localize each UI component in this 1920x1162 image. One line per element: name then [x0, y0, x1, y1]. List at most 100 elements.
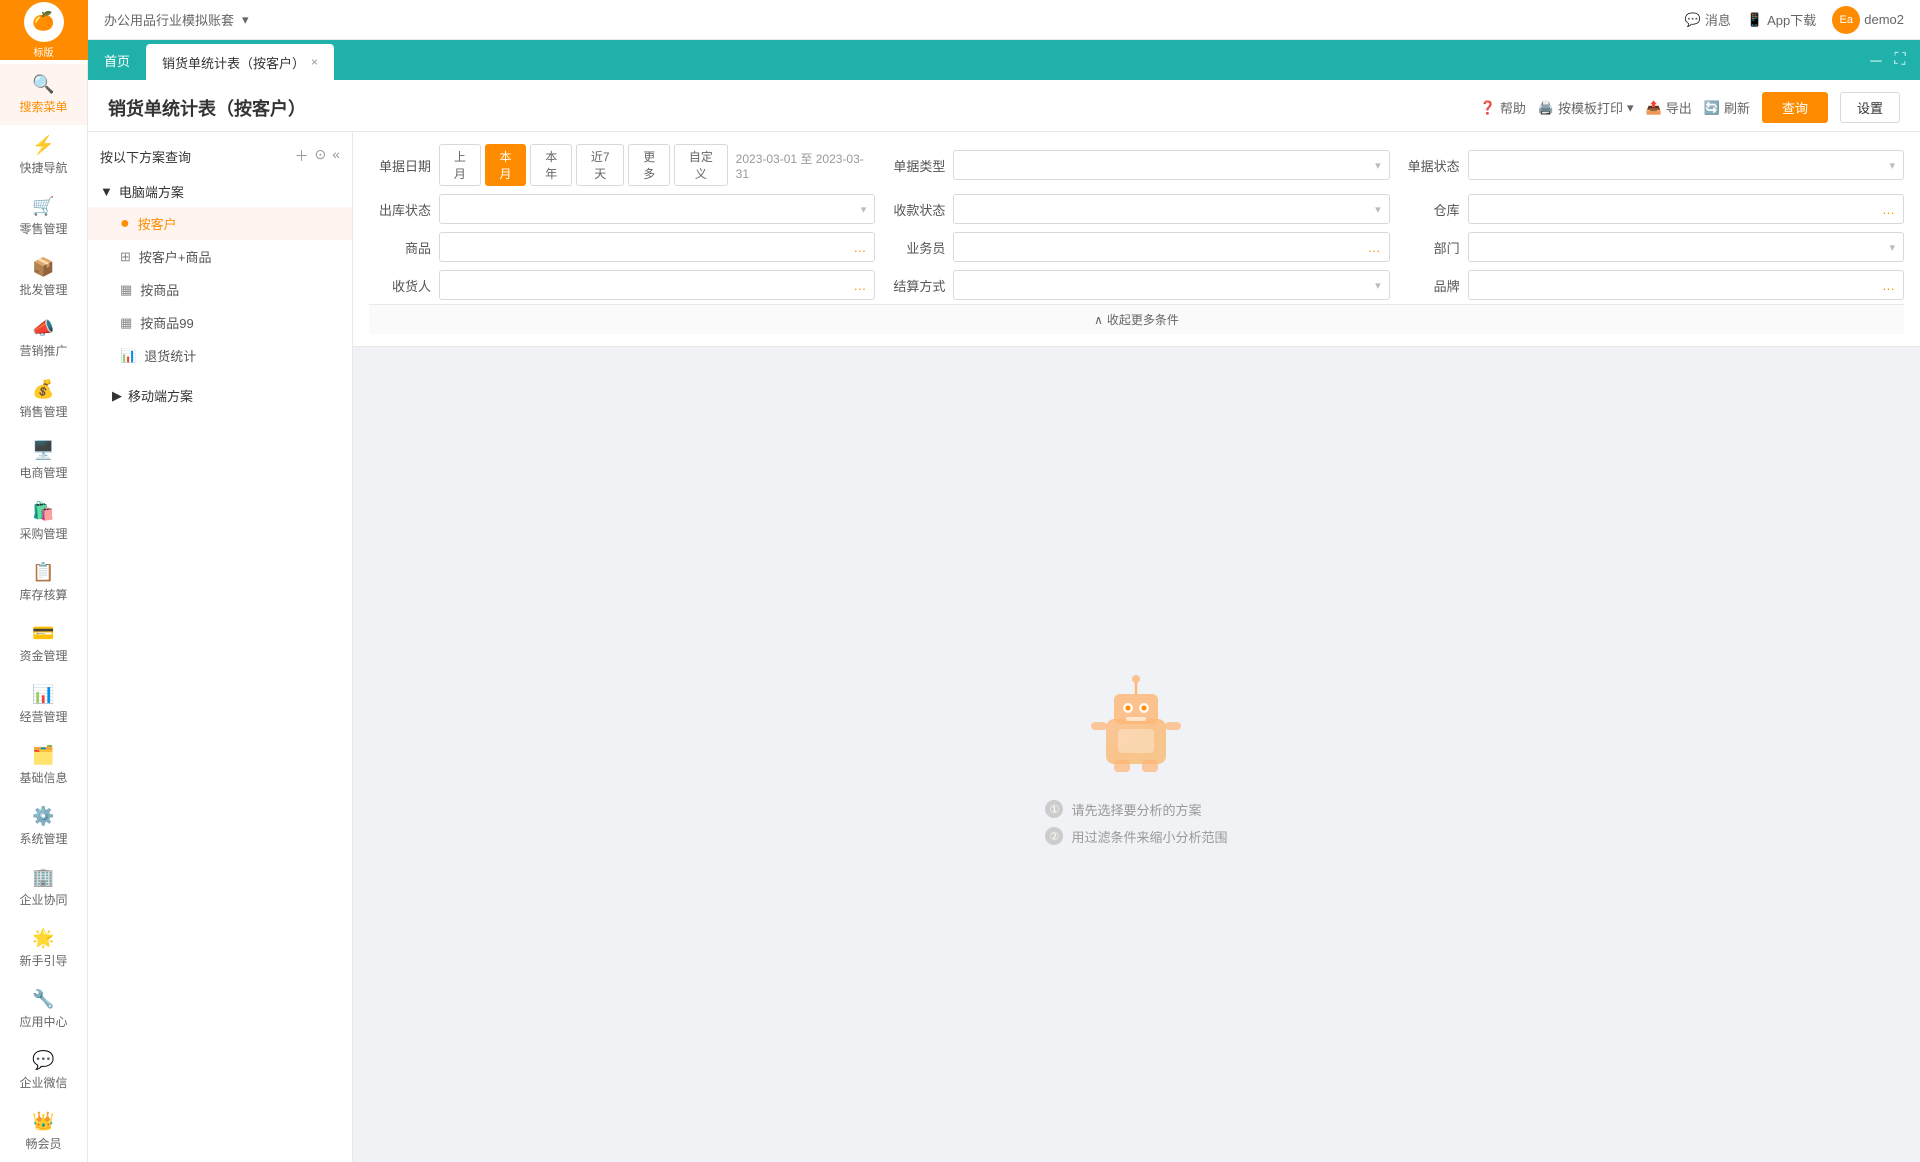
scheme-group-mobile: ▶ 移动端方案 [88, 376, 352, 415]
doc-type-label: 单据类型 [883, 156, 953, 175]
sidebar-item-base[interactable]: 🗂️ 基础信息 [0, 735, 87, 796]
sidebar-item-wholesale[interactable]: 📦 批发管理 [0, 247, 87, 308]
main-area: 办公用品行业模拟账套 ▾ 💬 消息 📱 App下载 Ea demo2 首页 [88, 0, 1920, 1162]
search-icon: 🔍 [32, 74, 54, 95]
date-btn-last-month[interactable]: 上月 [439, 144, 481, 186]
scheme-item-by-customer[interactable]: ● 按客户 [88, 207, 352, 240]
date-btn-this-month[interactable]: 本月 [485, 144, 527, 186]
date-btn-more[interactable]: 更多 [628, 144, 670, 186]
collapse-label: 收起更多条件 [1107, 311, 1179, 328]
quicknav-icon: ⚡ [32, 135, 54, 156]
export-btn[interactable]: 📤 导出 [1646, 98, 1692, 117]
ship-status-select[interactable]: ▾ [439, 194, 875, 224]
settings-button[interactable]: 设置 [1840, 92, 1900, 123]
tab-sales-report[interactable]: 销货单统计表（按客户） × [146, 44, 334, 80]
scheme-group-label: 电脑端方案 [119, 182, 184, 201]
department-select[interactable]: ▾ [1468, 232, 1904, 262]
scheme-add-icon[interactable]: ＋ [294, 146, 308, 166]
date-btn-custom[interactable]: 自定义 [674, 144, 728, 186]
scheme-item-by-customer-goods[interactable]: ⊞ 按客户+商品 [88, 240, 352, 273]
sidebar-item-system[interactable]: ⚙️ 系统管理 [0, 796, 87, 857]
brand-control: … [1468, 270, 1904, 300]
scheme-item-return-stat[interactable]: 📊 退货统计 [88, 339, 352, 372]
scheme-item-label: 按客户 [138, 214, 177, 233]
date-btn-7days[interactable]: 近7天 [576, 144, 624, 186]
payment-status-select[interactable]: ▾ [953, 194, 1389, 224]
doc-status-select[interactable]: ▾ [1468, 150, 1904, 180]
appstore-icon: 🔧 [32, 989, 54, 1010]
print-btn[interactable]: 🖨️ 按模板打印 ▾ [1538, 98, 1634, 117]
marketing-icon: 📣 [32, 318, 54, 339]
sidebar-item-wechat[interactable]: 💬 企业微信 [0, 1040, 87, 1101]
doc-type-select[interactable]: ▾ [953, 150, 1389, 180]
sidebar-item-enterprise[interactable]: 🏢 企业协同 [0, 857, 87, 918]
query-button[interactable]: 查询 [1762, 92, 1828, 123]
system-icon: ⚙️ [32, 806, 54, 827]
message-btn[interactable]: 💬 消息 [1685, 10, 1731, 29]
ecommerce-icon: 🖥️ [32, 440, 54, 461]
topbar: 办公用品行业模拟账套 ▾ 💬 消息 📱 App下载 Ea demo2 [88, 0, 1920, 40]
goods-input[interactable]: … [439, 232, 875, 262]
warehouse-input[interactable]: … [1468, 194, 1904, 224]
payment-status-control: ▾ [953, 194, 1389, 224]
sidebar-item-retail[interactable]: 🛒 零售管理 [0, 186, 87, 247]
page-title: 销货单统计表（按客户） [108, 95, 306, 121]
page-content: 销货单统计表（按客户） ❓ 帮助 🖨️ 按模板打印 ▾ 📤 导出 🔄 刷新 [88, 80, 1920, 1162]
purchase-icon: 🛍️ [32, 501, 54, 522]
maximize-btn[interactable]: ⛶ [1892, 52, 1908, 68]
sidebar-item-appstore[interactable]: 🔧 应用中心 [0, 979, 87, 1040]
filter-brand: 品牌 … [1398, 270, 1904, 300]
scheme-group-desktop-title[interactable]: ▼ 电脑端方案 [88, 176, 352, 207]
topbar-dropdown-arrow[interactable]: ▾ [242, 12, 249, 28]
base-icon: 🗂️ [32, 745, 54, 766]
logo-icon: 🍊 [24, 2, 64, 42]
date-btn-this-year[interactable]: 本年 [530, 144, 572, 186]
scheme-item-by-goods[interactable]: ▦ 按商品 [88, 273, 352, 306]
date-control: 上月 本月 本年 近7天 更多 自定义 2023-03-01 至 2023-03… [439, 144, 875, 186]
sidebar-item-marketing[interactable]: 📣 营销推广 [0, 308, 87, 369]
sidebar-item-finance[interactable]: 💳 资金管理 [0, 613, 87, 674]
retail-icon: 🛒 [32, 196, 54, 217]
filter-ship-status: 出库状态 ▾ [369, 194, 875, 224]
scheme-group-desktop: ▼ 电脑端方案 ● 按客户 ⊞ 按客户+商品 ▦ 按商品 [88, 172, 352, 376]
sidebar-item-quick-nav[interactable]: ⚡ 快捷导航 [0, 125, 87, 186]
scheme-item-by-goods99[interactable]: ▦ 按商品99 [88, 306, 352, 339]
inventory-icon: 📋 [32, 562, 54, 583]
sidebar-item-member[interactable]: 👑 畅会员 [0, 1101, 87, 1162]
filter-payment-status: 收款状态 ▾ [883, 194, 1389, 224]
salesperson-input[interactable]: … [953, 232, 1389, 262]
help-btn[interactable]: ❓ 帮助 [1480, 98, 1526, 117]
sidebar-item-search[interactable]: 🔍 搜索菜单 [0, 64, 87, 125]
settlement-select[interactable]: ▾ [953, 270, 1389, 300]
empty-illustration [1076, 664, 1196, 784]
scheme-settings-icon[interactable]: ⊙ [314, 146, 326, 166]
scheme-group-mobile-title[interactable]: ▶ 移动端方案 [88, 380, 352, 411]
tab-close-icon[interactable]: × [311, 55, 318, 69]
enterprise-icon: 🏢 [32, 867, 54, 888]
sidebar-item-newbie[interactable]: 🌟 新手引导 [0, 918, 87, 979]
brand-input[interactable]: … [1468, 270, 1904, 300]
logo-text: 标版 [34, 44, 54, 59]
app-download-btn[interactable]: 📱 App下载 [1747, 10, 1816, 29]
goods-label: 商品 [369, 238, 439, 257]
sidebar-item-ecommerce[interactable]: 🖥️ 电商管理 [0, 430, 87, 491]
tab-home[interactable]: 首页 [88, 40, 146, 80]
avatar: Ea [1832, 6, 1860, 34]
user-profile[interactable]: Ea demo2 [1832, 6, 1904, 34]
consignee-input[interactable]: … [439, 270, 875, 300]
sidebar-item-inventory[interactable]: 📋 库存核算 [0, 552, 87, 613]
sidebar-item-sales[interactable]: 💰 销售管理 [0, 369, 87, 430]
minimize-btn[interactable]: － [1868, 52, 1884, 68]
sidebar-item-operations[interactable]: 📊 经营管理 [0, 674, 87, 735]
refresh-btn[interactable]: 🔄 刷新 [1704, 98, 1750, 117]
sidebar-item-purchase[interactable]: 🛍️ 采购管理 [0, 491, 87, 552]
scheme-header: 按以下方案查询 ＋ ⊙ « [88, 140, 352, 172]
collapse-bar[interactable]: ∧ 收起更多条件 [369, 304, 1904, 334]
scheme-item-label: 按客户+商品 [139, 247, 212, 266]
settlement-arrow: ▾ [1375, 279, 1381, 292]
tip2-num: ② [1045, 827, 1063, 845]
collapse-up-icon: ∧ [1094, 313, 1103, 327]
date-filter: 上月 本月 本年 近7天 更多 自定义 2023-03-01 至 2023-03… [439, 144, 875, 186]
scheme-collapse-icon[interactable]: « [332, 146, 340, 166]
goods-dots: … [853, 240, 866, 255]
